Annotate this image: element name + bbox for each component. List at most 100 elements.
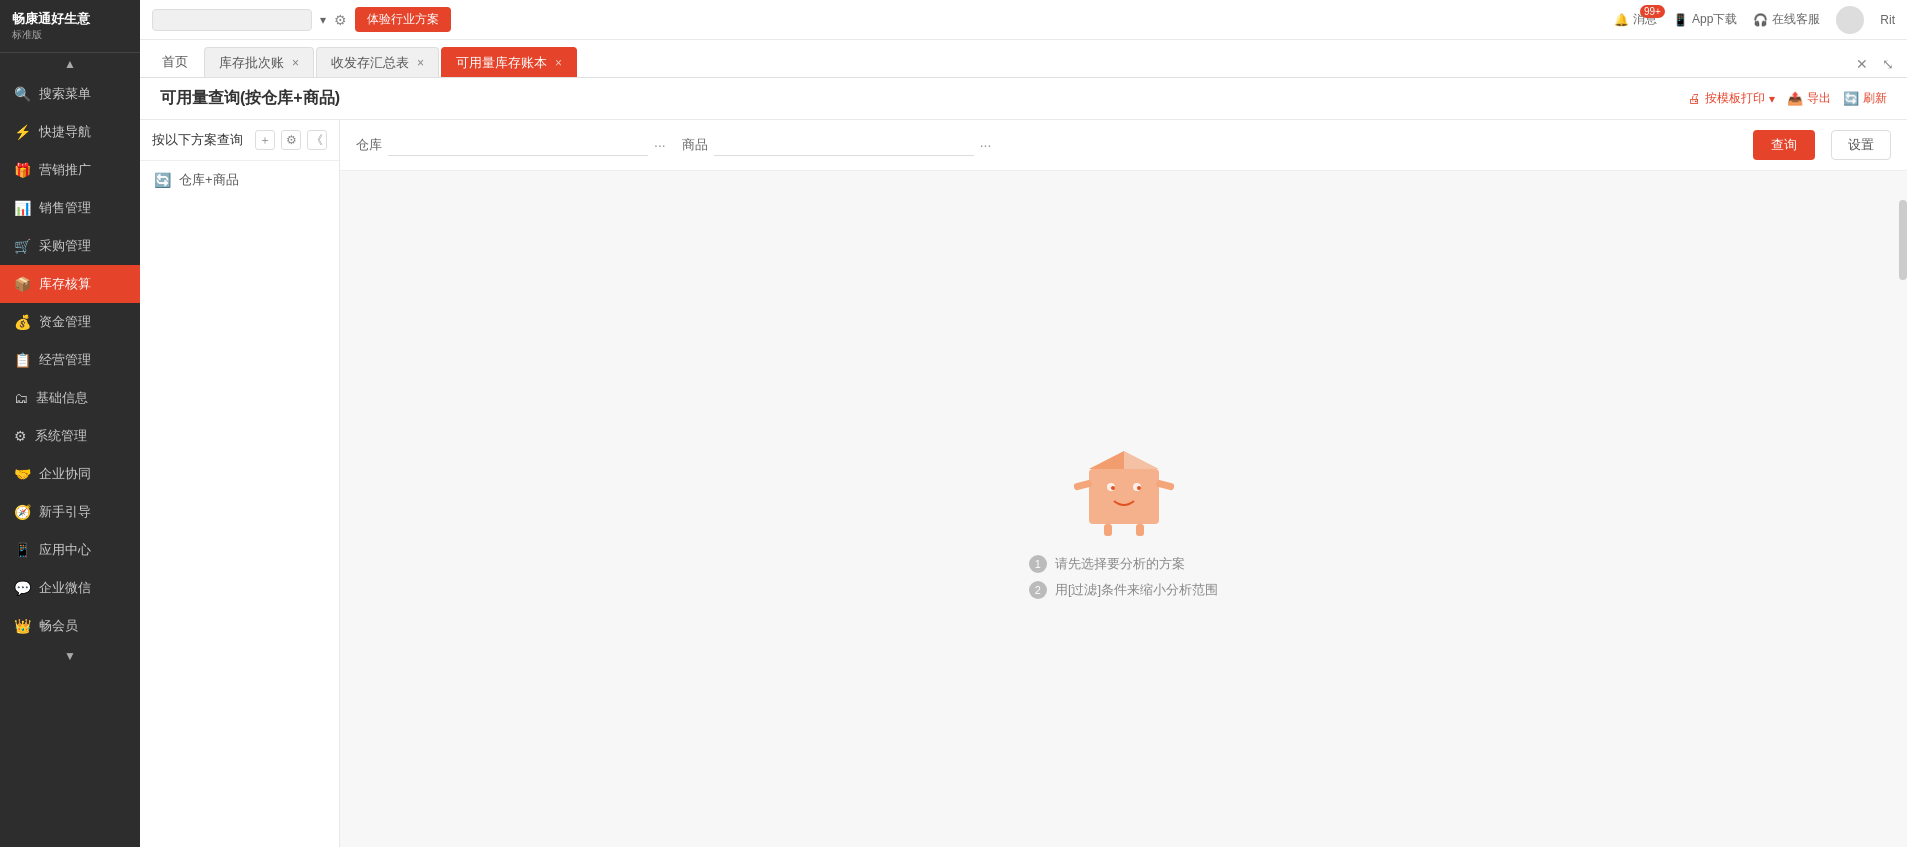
empty-illustration <box>1064 419 1184 539</box>
tab-home[interactable]: 首页 <box>148 47 202 77</box>
export-icon: 📤 <box>1787 91 1803 106</box>
sidebar-logo: 畅康通好生意 标准版 <box>0 0 140 53</box>
warehouse-more-icon[interactable]: ··· <box>654 137 666 153</box>
svg-rect-7 <box>1104 524 1112 536</box>
filter-item-warehouse-product[interactable]: 🔄 仓库+商品 <box>140 161 339 199</box>
filter-header-label: 按以下方案查询 <box>152 131 243 149</box>
empty-state: 1 请先选择要分析的方案 2 用[过滤]条件来缩小分析范围 <box>340 171 1907 847</box>
hint-item-2: 2 用[过滤]条件来缩小分析范围 <box>1029 581 1218 599</box>
topbar-search-input[interactable] <box>152 9 312 31</box>
sidebar-item-system[interactable]: ⚙ 系统管理 <box>0 417 140 455</box>
trial-button[interactable]: 体验行业方案 <box>355 7 451 32</box>
finance-icon: 💰 <box>14 314 31 330</box>
phone-icon: 📱 <box>1673 13 1688 27</box>
marketing-icon: 🎁 <box>14 162 31 178</box>
sidebar-item-finance[interactable]: 💰 资金管理 <box>0 303 140 341</box>
sidebar-item-purchase[interactable]: 🛒 采购管理 <box>0 227 140 265</box>
warehouse-input[interactable] <box>388 134 648 156</box>
sidebar-item-member[interactable]: 👑 畅会员 <box>0 607 140 645</box>
main-content: 仓库 ··· 商品 ··· 查询 设置 <box>340 120 1907 847</box>
product-input[interactable] <box>714 134 974 156</box>
tab-receive-summary-close[interactable]: × <box>417 56 424 70</box>
message-badge[interactable]: 🔔 消息 99+ <box>1614 11 1657 28</box>
sidebar-item-marketing[interactable]: 🎁 营销推广 <box>0 151 140 189</box>
online-support-link[interactable]: 🎧 在线客服 <box>1753 11 1820 28</box>
empty-hints: 1 请先选择要分析的方案 2 用[过滤]条件来缩小分析范围 <box>1029 555 1218 599</box>
tabs-actions: ✕ ⤡ <box>1851 53 1899 77</box>
tab-batch-account-close[interactable]: × <box>292 56 299 70</box>
sidebar-item-app-center[interactable]: 📱 应用中心 <box>0 531 140 569</box>
sidebar-item-inventory[interactable]: 📦 库存核算 <box>0 265 140 303</box>
hint-num-1: 1 <box>1029 555 1047 573</box>
tab-batch-account[interactable]: 库存批次账 × <box>204 47 314 77</box>
sidebar-scroll-up[interactable]: ▲ <box>0 53 140 75</box>
topbar-dropdown[interactable]: ▾ <box>320 13 326 27</box>
svg-marker-2 <box>1089 451 1124 469</box>
query-bar: 仓库 ··· 商品 ··· 查询 设置 <box>340 120 1907 171</box>
sidebar-item-sales[interactable]: 📊 销售管理 <box>0 189 140 227</box>
sidebar-item-quick-nav[interactable]: ⚡ 快捷导航 <box>0 113 140 151</box>
tabs-bar: 首页 库存批次账 × 收发存汇总表 × 可用量库存账本 × ✕ ⤡ <box>140 40 1907 78</box>
hint-item-1: 1 请先选择要分析的方案 <box>1029 555 1218 573</box>
warehouse-product-icon: 🔄 <box>154 172 171 188</box>
close-all-tabs-button[interactable]: ✕ <box>1851 53 1873 75</box>
app-download-link[interactable]: 📱 App下载 <box>1673 11 1737 28</box>
main-area: ▾ ⚙ 体验行业方案 🔔 消息 99+ 📱 App下载 🎧 在线客服 Rit 首… <box>140 0 1907 847</box>
sidebar-item-search[interactable]: 🔍 搜索菜单 <box>0 75 140 113</box>
hint-text-1: 请先选择要分析的方案 <box>1055 555 1185 573</box>
expand-tabs-button[interactable]: ⤡ <box>1877 53 1899 75</box>
sidebar-item-new-guide[interactable]: 🧭 新手引导 <box>0 493 140 531</box>
right-scrollbar[interactable] <box>1899 200 1907 280</box>
tab-available-ledger-close[interactable]: × <box>555 56 562 70</box>
hint-text-2: 用[过滤]条件来缩小分析范围 <box>1055 581 1218 599</box>
svg-point-6 <box>1137 486 1141 490</box>
sidebar-item-operations[interactable]: 📋 经营管理 <box>0 341 140 379</box>
filter-panel: 按以下方案查询 ＋ ⚙ 《 🔄 仓库+商品 <box>140 120 340 847</box>
topbar-gear-icon[interactable]: ⚙ <box>334 12 347 28</box>
warehouse-label: 仓库 <box>356 136 382 154</box>
refresh-icon: 🔄 <box>1843 91 1859 106</box>
sidebar-item-wechat[interactable]: 💬 企业微信 <box>0 569 140 607</box>
operations-icon: 📋 <box>14 352 31 368</box>
filter-settings-button[interactable]: ⚙ <box>281 130 301 150</box>
tab-receive-summary[interactable]: 收发存汇总表 × <box>316 47 439 77</box>
basic-info-icon: 🗂 <box>14 390 28 406</box>
sidebar-item-enterprise[interactable]: 🤝 企业协同 <box>0 455 140 493</box>
print-dropdown-icon[interactable]: ▾ <box>1769 92 1775 106</box>
sidebar-item-basic-info[interactable]: 🗂 基础信息 <box>0 379 140 417</box>
bell-icon: 🔔 <box>1614 13 1629 27</box>
product-label: 商品 <box>682 136 708 154</box>
system-icon: ⚙ <box>14 428 27 444</box>
filter-add-button[interactable]: ＋ <box>255 130 275 150</box>
filter-collapse-button[interactable]: 《 <box>307 130 327 150</box>
headset-icon: 🎧 <box>1753 13 1768 27</box>
enterprise-icon: 🤝 <box>14 466 31 482</box>
sidebar-scroll-down[interactable]: ▼ <box>0 645 140 667</box>
product-more-icon[interactable]: ··· <box>980 137 992 153</box>
tab-available-ledger[interactable]: 可用量库存账本 × <box>441 47 577 77</box>
notification-count: 99+ <box>1640 5 1665 18</box>
filter-header: 按以下方案查询 ＋ ⚙ 《 <box>140 120 339 161</box>
topbar-right: 🔔 消息 99+ 📱 App下载 🎧 在线客服 Rit <box>1614 6 1895 34</box>
export-button[interactable]: 📤 导出 <box>1787 90 1831 107</box>
version-tag: 标准版 <box>12 28 128 42</box>
user-avatar[interactable] <box>1836 6 1864 34</box>
user-name: Rit <box>1880 13 1895 27</box>
product-field: 商品 ··· <box>682 134 992 156</box>
query-button[interactable]: 查询 <box>1753 130 1815 160</box>
svg-rect-0 <box>1089 469 1159 524</box>
page-header: 可用量查询(按仓库+商品) 🖨 按模板打印 ▾ 📤 导出 🔄 刷新 <box>140 78 1907 120</box>
search-icon: 🔍 <box>14 86 31 102</box>
hint-num-2: 2 <box>1029 581 1047 599</box>
purchase-icon: 🛒 <box>14 238 31 254</box>
app-center-icon: 📱 <box>14 542 31 558</box>
print-button[interactable]: 🖨 按模板打印 ▾ <box>1688 90 1775 107</box>
member-icon: 👑 <box>14 618 31 634</box>
warehouse-field: 仓库 ··· <box>356 134 666 156</box>
filter-header-actions: ＋ ⚙ 《 <box>255 130 327 150</box>
sales-icon: 📊 <box>14 200 31 216</box>
sidebar: 畅康通好生意 标准版 ▲ 🔍 搜索菜单 ⚡ 快捷导航 🎁 营销推广 📊 销售管理… <box>0 0 140 847</box>
refresh-button[interactable]: 🔄 刷新 <box>1843 90 1887 107</box>
settings-button[interactable]: 设置 <box>1831 130 1891 160</box>
inventory-icon: 📦 <box>14 276 31 292</box>
